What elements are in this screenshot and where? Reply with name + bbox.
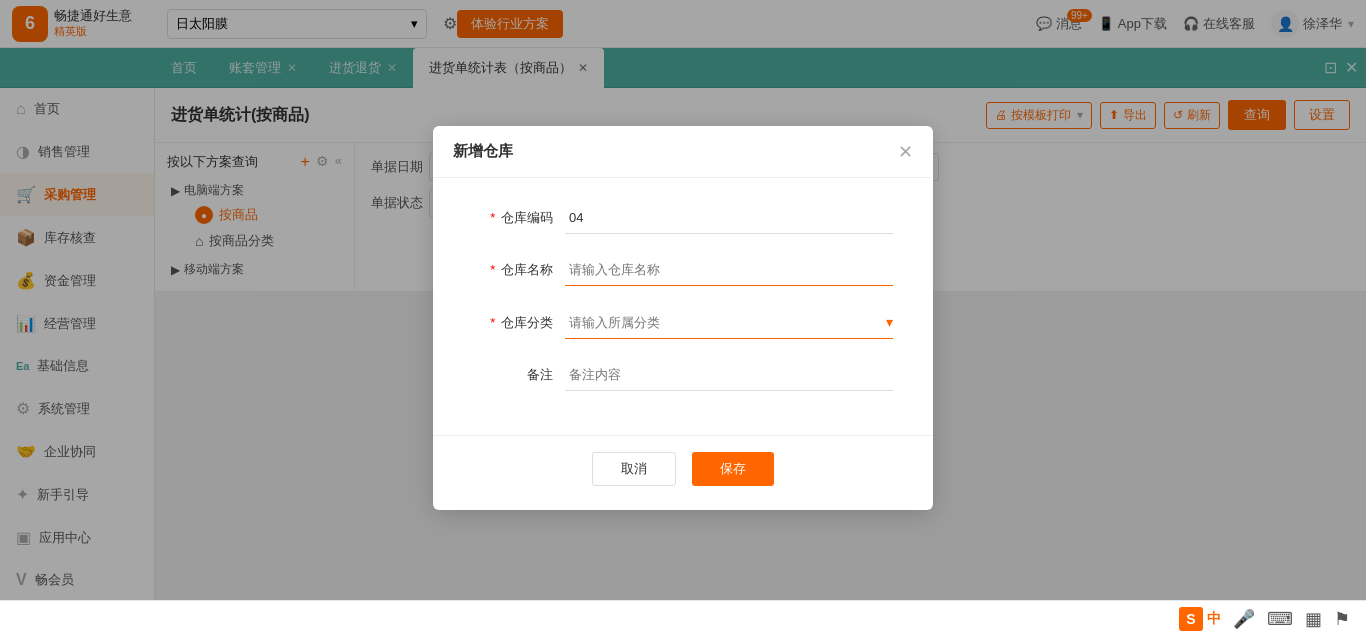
bottom-logo: S 中	[1179, 607, 1221, 631]
warehouse-code-row: * 仓库编码	[473, 202, 893, 234]
required-star-name: *	[490, 262, 495, 277]
new-warehouse-modal: 新增仓库 ✕ * 仓库编码 * 仓库名称	[433, 126, 933, 510]
category-dropdown-icon: ▾	[886, 314, 893, 330]
warehouse-category-select[interactable]: ▾	[565, 306, 893, 339]
modal-title: 新增仓库	[453, 142, 513, 161]
warehouse-category-input[interactable]	[565, 306, 886, 338]
warehouse-category-row: * 仓库分类 ▾	[473, 306, 893, 339]
modal-body: * 仓库编码 * 仓库名称 * 仓库分类	[433, 178, 933, 435]
notes-row: 备注	[473, 359, 893, 391]
notes-input[interactable]	[565, 359, 893, 391]
modal-overlay: 新增仓库 ✕ * 仓库编码 * 仓库名称	[0, 0, 1366, 636]
mic-icon[interactable]: 🎤	[1233, 608, 1255, 630]
warehouse-name-row: * 仓库名称	[473, 254, 893, 286]
bottom-logo-text: 中	[1207, 610, 1221, 628]
warehouse-name-input[interactable]	[565, 254, 893, 286]
save-btn[interactable]: 保存	[692, 452, 774, 486]
required-star-cat: *	[490, 315, 495, 330]
flag-icon[interactable]: ⚑	[1334, 608, 1350, 630]
warehouse-code-label: * 仓库编码	[473, 209, 553, 227]
cancel-btn[interactable]: 取消	[592, 452, 676, 486]
warehouse-code-input[interactable]	[565, 202, 893, 234]
keyboard-icon[interactable]: ⌨	[1267, 608, 1293, 630]
warehouse-category-label: * 仓库分类	[473, 314, 553, 332]
notes-label: 备注	[473, 366, 553, 384]
bottom-s-logo: S	[1179, 607, 1203, 631]
warehouse-name-label: * 仓库名称	[473, 261, 553, 279]
modal-header: 新增仓库 ✕	[433, 126, 933, 178]
modal-close-btn[interactable]: ✕	[898, 143, 913, 161]
bottom-bar: S 中 🎤 ⌨ ▦ ⚑	[0, 600, 1366, 636]
modal-footer: 取消 保存	[433, 435, 933, 510]
required-star-code: *	[490, 210, 495, 225]
grid-icon[interactable]: ▦	[1305, 608, 1322, 630]
